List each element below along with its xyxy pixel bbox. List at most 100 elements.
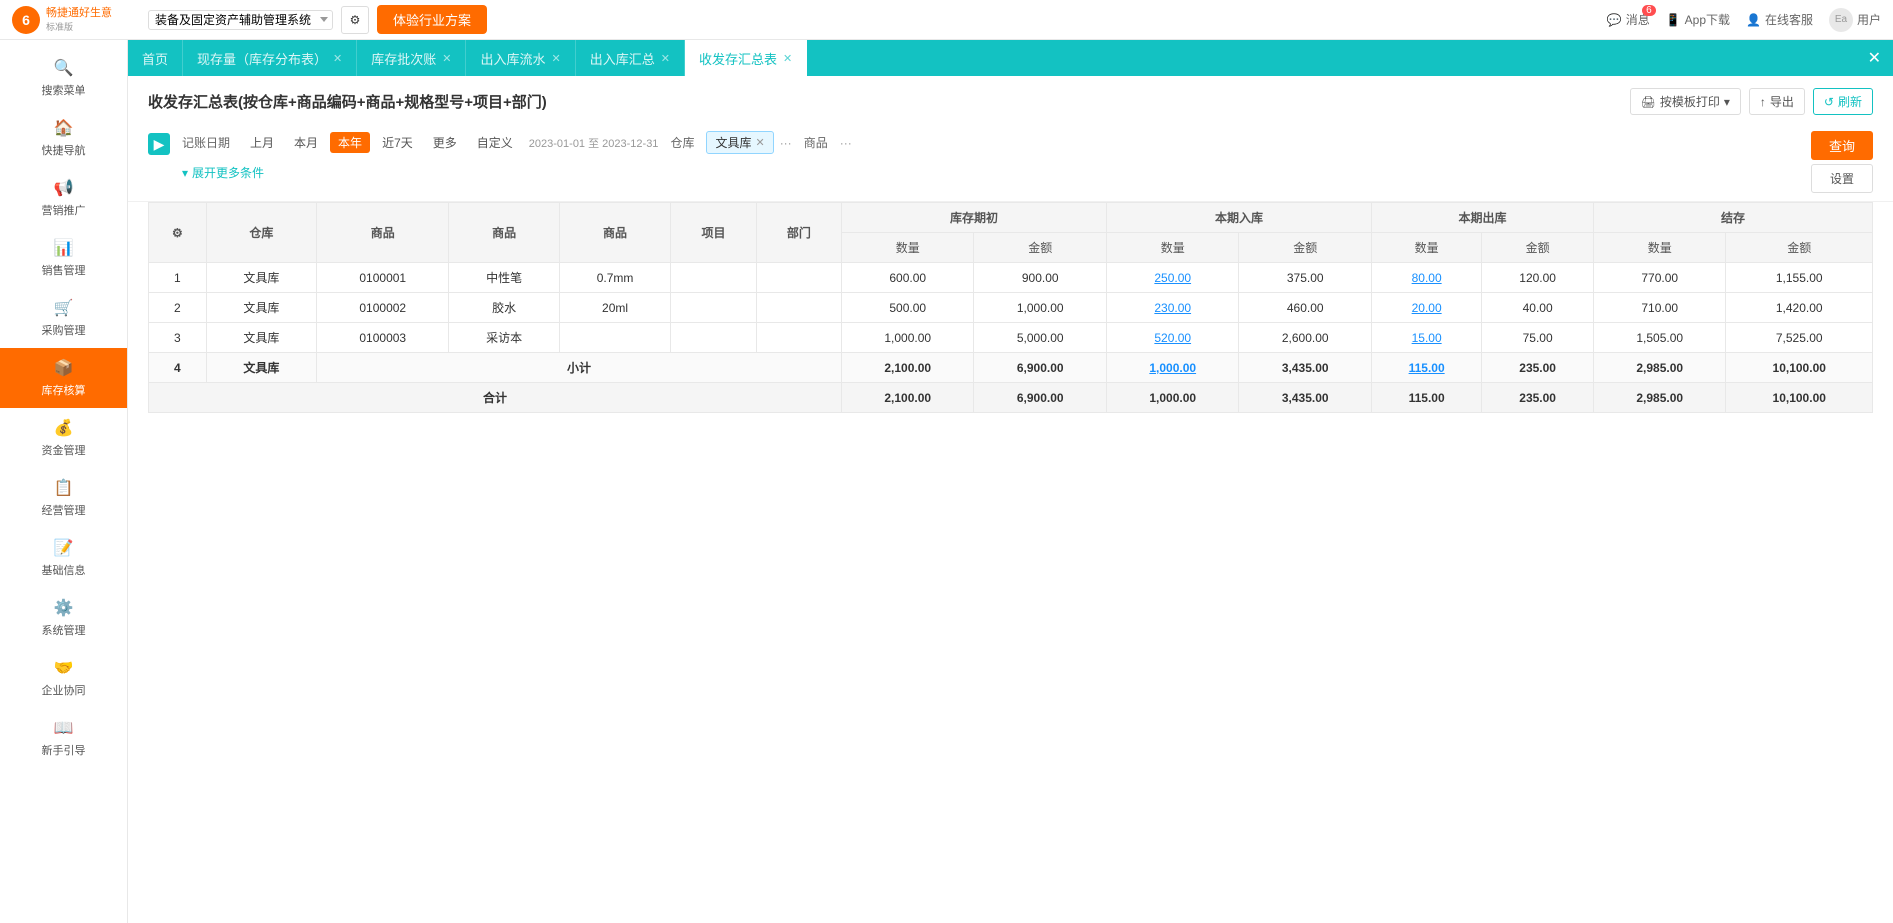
date-btn-7days[interactable]: 近7天 bbox=[374, 132, 421, 153]
sidebar-item-system-label: 系统管理 bbox=[42, 622, 86, 638]
tab-inout-flow[interactable]: 出入库流水 ✕ bbox=[466, 40, 575, 76]
warehouse-tag[interactable]: 文具库 ✕ bbox=[706, 131, 773, 154]
tab-bar-close-button[interactable]: ✕ bbox=[1856, 48, 1893, 68]
app-icon: 📱 bbox=[1666, 13, 1681, 27]
user-button[interactable]: Ea 用户 bbox=[1829, 8, 1881, 32]
tab-inventory-dist-close[interactable]: ✕ bbox=[333, 52, 342, 65]
tab-inout-flow-label: 出入库流水 bbox=[480, 49, 545, 68]
sidebar-item-inventory[interactable]: 📦 库存核算 bbox=[0, 348, 127, 408]
sidebar-item-sales[interactable]: 📊 销售管理 bbox=[0, 228, 127, 288]
filter-content: 记账日期 上月 本月 本年 近7天 更多 自定义 2023-01-01 至 20… bbox=[182, 131, 1799, 185]
tab-batch[interactable]: 库存批次账 ✕ bbox=[357, 40, 466, 76]
logo-tag: 标准版 bbox=[46, 20, 112, 33]
table-row: 2 文具库 0100002 胶水 20ml 500.00 1,000.00 23… bbox=[149, 293, 1873, 323]
row-goods-name: 采访本 bbox=[449, 323, 559, 353]
subtotal-row: 4 文具库 小计 2,100.00 6,900.00 1,000.00 3,43… bbox=[149, 353, 1873, 383]
row-out-qty[interactable]: 15.00 bbox=[1371, 323, 1481, 353]
service-icon: 👤 bbox=[1746, 13, 1761, 27]
row-out-qty[interactable]: 20.00 bbox=[1371, 293, 1481, 323]
message-button[interactable]: 💬 消息 6 bbox=[1607, 11, 1650, 28]
subtotal-out-qty[interactable]: 115.00 bbox=[1371, 353, 1481, 383]
sidebar-item-basic[interactable]: 📝 基础信息 bbox=[0, 528, 127, 588]
row-dept bbox=[756, 293, 841, 323]
tab-inout-flow-close[interactable]: ✕ bbox=[552, 52, 561, 65]
row-goods-spec bbox=[559, 323, 671, 353]
row-close-amt: 1,420.00 bbox=[1726, 293, 1873, 323]
export-button[interactable]: ↑ 导出 bbox=[1749, 88, 1805, 115]
print-button[interactable]: 🖨 按模板打印 ▾ bbox=[1630, 88, 1741, 115]
date-btn-custom[interactable]: 自定义 bbox=[469, 132, 521, 153]
filter-toggle-button[interactable]: ▶ bbox=[148, 133, 170, 155]
date-btn-this-month[interactable]: 本月 bbox=[286, 132, 326, 153]
tab-inout-summary[interactable]: 出入库汇总 ✕ bbox=[576, 40, 685, 76]
tab-inventory-dist[interactable]: 现存量（库存分布表） ✕ bbox=[183, 40, 357, 76]
refresh-button[interactable]: ↺ 刷新 bbox=[1813, 88, 1873, 115]
col-in-amt-header: 金额 bbox=[1239, 233, 1372, 263]
row-in-qty[interactable]: 520.00 bbox=[1106, 323, 1239, 353]
row-in-amt: 2,600.00 bbox=[1239, 323, 1372, 353]
tab-recv-summary-close[interactable]: ✕ bbox=[783, 52, 792, 65]
row-goods-code: 0100002 bbox=[316, 293, 449, 323]
expand-more-btn[interactable]: ▾ 展开更多条件 bbox=[182, 160, 264, 185]
goods-ellipsis[interactable]: ··· bbox=[840, 136, 852, 150]
row-in-qty[interactable]: 230.00 bbox=[1106, 293, 1239, 323]
collab-icon: 🤝 bbox=[54, 658, 74, 678]
col-goods-name-header: 商品 bbox=[449, 203, 559, 263]
table-row: 1 文具库 0100001 中性笔 0.7mm 600.00 900.00 25… bbox=[149, 263, 1873, 293]
subtotal-in-qty[interactable]: 1,000.00 bbox=[1106, 353, 1239, 383]
query-button[interactable]: 查询 bbox=[1811, 131, 1873, 160]
app-label: App下载 bbox=[1685, 11, 1730, 28]
col-closing-qty-header: 数量 bbox=[1593, 233, 1726, 263]
row-in-amt: 460.00 bbox=[1239, 293, 1372, 323]
col-goods-code-header: 商品 bbox=[316, 203, 449, 263]
row-open-qty: 1,000.00 bbox=[841, 323, 974, 353]
sidebar-item-operation[interactable]: 📋 经营管理 bbox=[0, 468, 127, 528]
refresh-label: 刷新 bbox=[1838, 93, 1862, 110]
row-open-amt: 5,000.00 bbox=[974, 323, 1107, 353]
top-bar: 6 畅捷通好生意 标准版 装备及固定资产辅助管理系统 ⚙ 体验行业方案 💬 消息… bbox=[0, 0, 1893, 40]
sidebar-item-marketing[interactable]: 📢 营销推广 bbox=[0, 168, 127, 228]
row-out-qty[interactable]: 80.00 bbox=[1371, 263, 1481, 293]
sidebar-item-quicknav-label: 快捷导航 bbox=[42, 142, 86, 158]
filter-right-buttons: 查询 设置 bbox=[1811, 131, 1873, 193]
table-container: ⚙ 仓库 商品 商品 商品 项目 部门 库存期初 本期入库 本期出库 结存 bbox=[128, 202, 1893, 433]
finance-icon: 💰 bbox=[54, 418, 74, 438]
sidebar-item-search[interactable]: 🔍 搜索菜单 bbox=[0, 48, 127, 108]
tab-batch-close[interactable]: ✕ bbox=[442, 52, 451, 65]
print-label: 按模板打印 bbox=[1660, 93, 1720, 110]
warehouse-tag-value: 文具库 bbox=[715, 134, 751, 151]
col-goods-spec-header: 商品 bbox=[559, 203, 671, 263]
app-download-button[interactable]: 📱 App下载 bbox=[1666, 11, 1730, 28]
sidebar-item-quicknav[interactable]: 🏠 快捷导航 bbox=[0, 108, 127, 168]
user-avatar: Ea bbox=[1829, 8, 1853, 32]
date-options: 上月 本月 本年 近7天 更多 自定义 2023-01-01 至 2023-12… bbox=[242, 132, 658, 153]
message-icon: 💬 bbox=[1607, 13, 1622, 27]
date-btn-more[interactable]: 更多 bbox=[425, 132, 465, 153]
logo-text: 畅捷通好生意 bbox=[46, 6, 112, 20]
system-selector[interactable]: 装备及固定资产辅助管理系统 bbox=[148, 10, 333, 30]
tab-home[interactable]: 首页 bbox=[128, 40, 183, 76]
filter-settings-button[interactable]: 设置 bbox=[1811, 164, 1873, 193]
row-dept bbox=[756, 263, 841, 293]
tab-inout-summary-close[interactable]: ✕ bbox=[661, 52, 670, 65]
col-settings-header: ⚙ bbox=[149, 203, 207, 263]
date-btn-this-year[interactable]: 本年 bbox=[330, 132, 370, 153]
sidebar-item-purchase[interactable]: 🛒 采购管理 bbox=[0, 288, 127, 348]
sidebar-item-system[interactable]: ⚙️ 系统管理 bbox=[0, 588, 127, 648]
warehouse-ellipsis[interactable]: ··· bbox=[780, 136, 792, 150]
date-btn-last-month[interactable]: 上月 bbox=[242, 132, 282, 153]
sidebar-item-finance-label: 资金管理 bbox=[42, 442, 86, 458]
warehouse-tag-close[interactable]: ✕ bbox=[755, 136, 764, 149]
print-icon: 🖨 bbox=[1641, 95, 1656, 109]
service-button[interactable]: 👤 在线客服 bbox=[1746, 11, 1813, 28]
settings-gear-button[interactable]: ⚙ bbox=[341, 6, 369, 34]
col-warehouse-header: 仓库 bbox=[206, 203, 316, 263]
user-label: 用户 bbox=[1857, 11, 1881, 28]
date-range-text: 2023-01-01 至 2023-12-31 bbox=[529, 135, 659, 151]
tab-recv-summary[interactable]: 收发存汇总表 ✕ bbox=[685, 40, 807, 76]
row-in-qty[interactable]: 250.00 bbox=[1106, 263, 1239, 293]
sidebar-item-guide[interactable]: 📖 新手引导 bbox=[0, 708, 127, 768]
sidebar-item-finance[interactable]: 💰 资金管理 bbox=[0, 408, 127, 468]
sidebar-item-collab[interactable]: 🤝 企业协同 bbox=[0, 648, 127, 708]
trial-button[interactable]: 体验行业方案 bbox=[377, 5, 487, 34]
